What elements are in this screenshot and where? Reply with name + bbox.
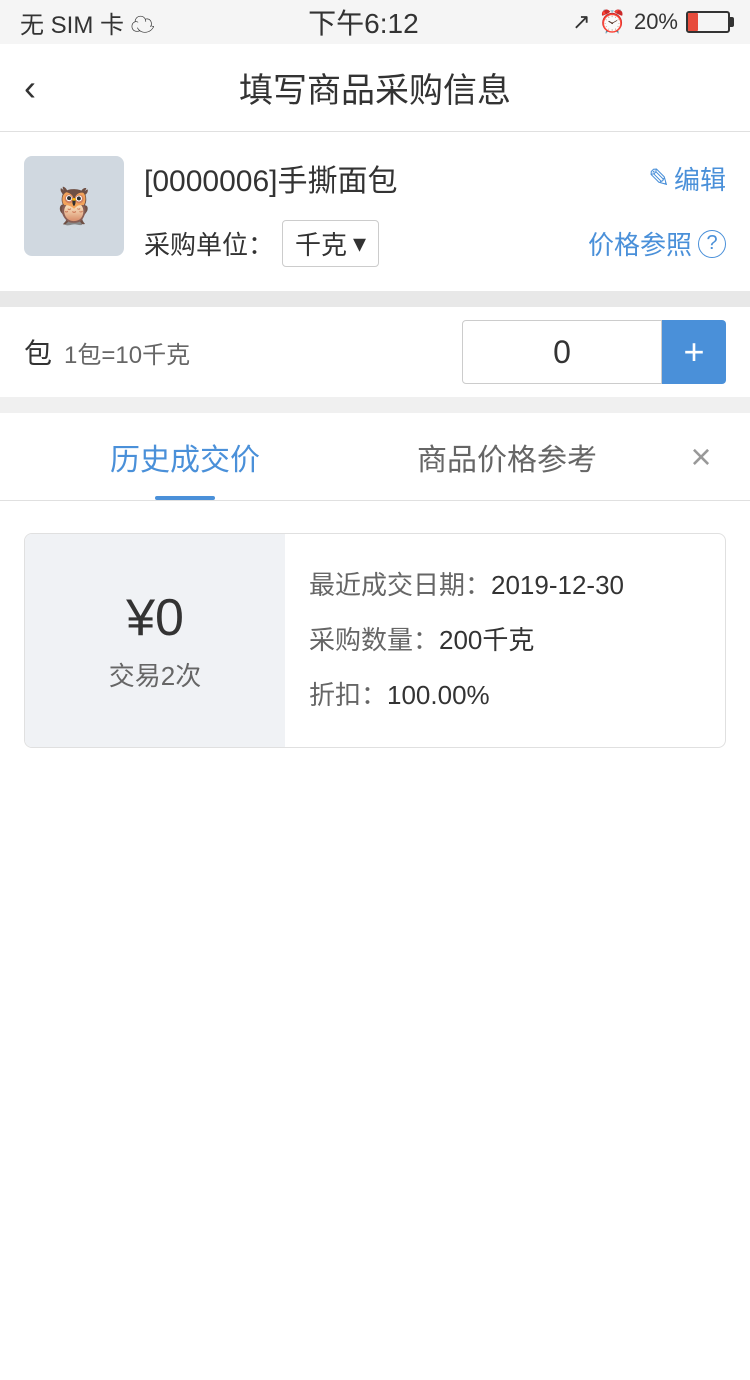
product-unit-row: 采购单位： 千克 ▾ 价格参照 ? [144, 220, 726, 267]
tabs-section: 历史成交价 商品价格参考 × ¥0 交易2次 最近成交日期：2019-12-30… [0, 413, 750, 780]
product-row: 🦉 [0000006]手撕面包 ✎ 编辑 采购单位： 千克 ▾ [24, 156, 726, 267]
status-time: 下午6:12 [308, 2, 419, 42]
edit-label: 编辑 [674, 160, 726, 197]
status-bar: 无 SIM 卡 ☁ 下午6:12 ↗ ⏰ 20% [0, 0, 750, 44]
price-reference-button[interactable]: 价格参照 ? [588, 225, 726, 262]
unit-select-dropdown[interactable]: 千克 ▾ [282, 220, 379, 267]
location-icon: ↗ [572, 9, 590, 35]
status-right: ↗ ⏰ 20% [572, 9, 730, 35]
status-left: 无 SIM 卡 ☁ [20, 5, 155, 40]
quantity-plus-button[interactable]: + [662, 320, 726, 384]
page-title: 填写商品采购信息 [239, 63, 511, 112]
purchase-qty-label: 采购数量： [309, 625, 439, 655]
discount-label: 折扣： [309, 680, 387, 710]
purchase-qty-row: 采购数量：200千克 [309, 621, 701, 660]
recent-date-row: 最近成交日期：2019-12-30 [309, 566, 701, 605]
back-button[interactable]: ‹ [24, 67, 36, 109]
edit-button[interactable]: ✎ 编辑 [648, 160, 726, 197]
currency-symbol: ¥ [126, 589, 155, 647]
tabs-close-button[interactable]: × [676, 432, 726, 482]
price-value: 0 [155, 589, 184, 647]
quantity-unit: 包 [24, 332, 52, 372]
recent-date-value: 2019-12-30 [491, 570, 624, 600]
price-card: ¥0 交易2次 最近成交日期：2019-12-30 采购数量：200千克 折扣：… [24, 533, 726, 748]
product-thumbnail: 🦉 [24, 156, 124, 256]
tab-content: ¥0 交易2次 最近成交日期：2019-12-30 采购数量：200千克 折扣：… [0, 501, 750, 780]
help-icon: ? [698, 230, 726, 258]
recent-date-label: 最近成交日期： [309, 570, 491, 600]
tab-active-indicator [155, 496, 215, 500]
sim-signal-text: 无 SIM 卡 ☁ [20, 5, 155, 40]
empty-space [0, 780, 750, 1380]
price-amount: ¥0 [126, 588, 184, 648]
product-section: 🦉 [0000006]手撕面包 ✎ 编辑 采购单位： 千克 ▾ [0, 132, 750, 291]
edit-icon: ✎ [648, 163, 670, 194]
nav-bar: ‹ 填写商品采购信息 [0, 44, 750, 132]
tab-price-ref-label: 商品价格参考 [417, 435, 597, 479]
unit-label-text: 采购单位： [144, 225, 274, 262]
tab-history-label: 历史成交价 [110, 435, 260, 479]
unit-value: 千克 [295, 225, 347, 262]
battery-percent: 20% [634, 9, 678, 35]
product-info: [0000006]手撕面包 ✎ 编辑 采购单位： 千克 ▾ 价格参照 ? [144, 156, 726, 267]
discount-value: 100.00% [387, 680, 490, 710]
dropdown-icon: ▾ [353, 228, 366, 259]
product-name: [0000006]手撕面包 [144, 156, 397, 200]
product-owl-icon: 🦉 [52, 185, 97, 227]
price-ref-label: 价格参照 [588, 225, 692, 262]
quantity-input-group: 0 + [462, 320, 726, 384]
product-info-header: [0000006]手撕面包 ✎ 编辑 [144, 156, 726, 200]
quantity-label: 包 1包=10千克 [24, 332, 190, 372]
discount-row: 折扣：100.00% [309, 676, 701, 715]
quantity-unit-detail: 1包=10千克 [64, 335, 190, 370]
tab-price-reference[interactable]: 商品价格参考 [346, 413, 668, 500]
tabs-header: 历史成交价 商品价格参考 × [0, 413, 750, 501]
price-card-right: 最近成交日期：2019-12-30 采购数量：200千克 折扣：100.00% [285, 534, 725, 747]
trade-count: 交易2次 [109, 656, 201, 693]
price-card-left: ¥0 交易2次 [25, 534, 285, 747]
battery-icon [686, 11, 730, 33]
tab-history-price[interactable]: 历史成交价 [24, 413, 346, 500]
unit-label: 采购单位： 千克 ▾ [144, 220, 379, 267]
alarm-icon: ⏰ [599, 9, 626, 35]
quantity-row: 包 1包=10千克 0 + [0, 307, 750, 397]
quantity-input[interactable]: 0 [462, 320, 662, 384]
purchase-qty-value: 200千克 [439, 625, 534, 655]
section-divider [0, 291, 750, 307]
